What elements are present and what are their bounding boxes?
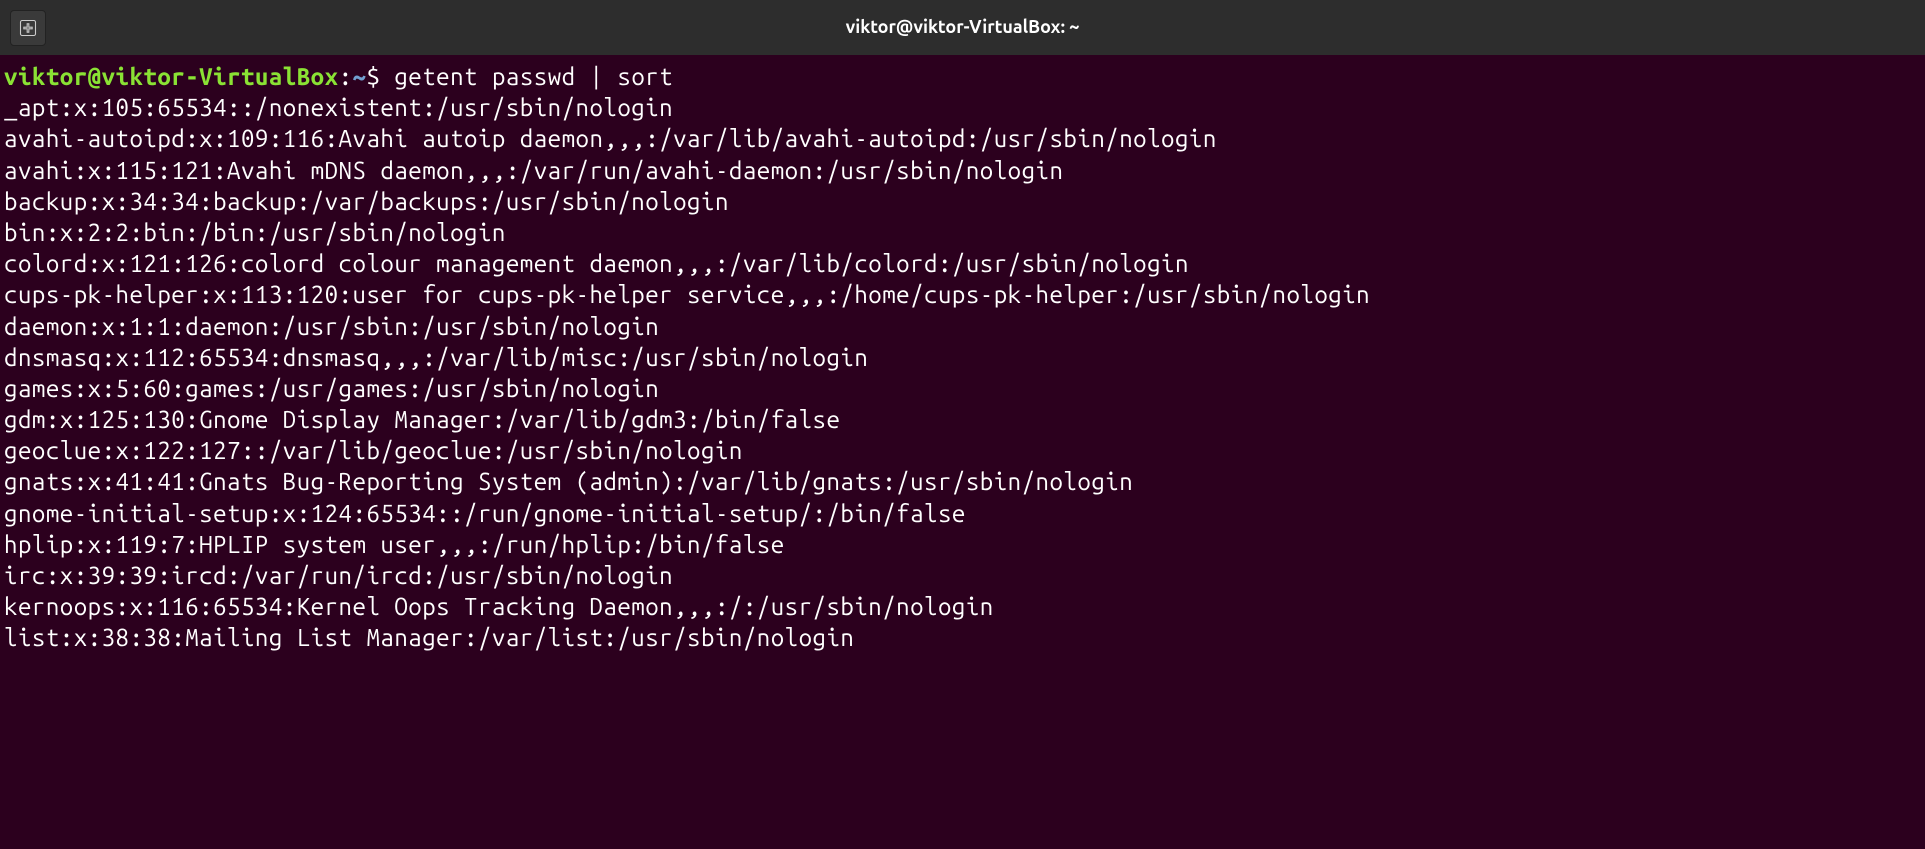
- window-title: viktor@viktor-VirtualBox: ~: [0, 16, 1925, 39]
- prompt-line: viktor@viktor-VirtualBox:~$ getent passw…: [4, 61, 1921, 92]
- output-line: cups-pk-helper:x:113:120:user for cups-p…: [4, 279, 1921, 310]
- output-line: gnome-initial-setup:x:124:65534::/run/gn…: [4, 498, 1921, 529]
- output-line: avahi:x:115:121:Avahi mDNS daemon,,,:/va…: [4, 155, 1921, 186]
- command-text: getent passwd | sort: [394, 63, 673, 90]
- new-tab-icon: [18, 18, 38, 38]
- output-line: irc:x:39:39:ircd:/var/run/ircd:/usr/sbin…: [4, 560, 1921, 591]
- output-line: geoclue:x:122:127::/var/lib/geoclue:/usr…: [4, 435, 1921, 466]
- prompt-colon: :: [339, 63, 353, 90]
- output-line: backup:x:34:34:backup:/var/backups:/usr/…: [4, 186, 1921, 217]
- output-line: gdm:x:125:130:Gnome Display Manager:/var…: [4, 404, 1921, 435]
- output-line: daemon:x:1:1:daemon:/usr/sbin:/usr/sbin/…: [4, 311, 1921, 342]
- terminal-area[interactable]: viktor@viktor-VirtualBox:~$ getent passw…: [0, 55, 1925, 660]
- output-line: games:x:5:60:games:/usr/games:/usr/sbin/…: [4, 373, 1921, 404]
- output-line: list:x:38:38:Mailing List Manager:/var/l…: [4, 622, 1921, 653]
- output-line: gnats:x:41:41:Gnats Bug-Reporting System…: [4, 466, 1921, 497]
- output-line: _apt:x:105:65534::/nonexistent:/usr/sbin…: [4, 92, 1921, 123]
- new-tab-button[interactable]: [10, 10, 46, 46]
- prompt-dollar: $: [366, 63, 394, 90]
- output-line: colord:x:121:126:colord colour managemen…: [4, 248, 1921, 279]
- prompt-user-host: viktor@viktor-VirtualBox: [4, 63, 339, 90]
- output-line: bin:x:2:2:bin:/bin:/usr/sbin/nologin: [4, 217, 1921, 248]
- titlebar: viktor@viktor-VirtualBox: ~: [0, 0, 1925, 55]
- output-line: hplip:x:119:7:HPLIP system user,,,:/run/…: [4, 529, 1921, 560]
- prompt-path: ~: [353, 63, 367, 90]
- output-container: _apt:x:105:65534::/nonexistent:/usr/sbin…: [4, 92, 1921, 653]
- output-line: kernoops:x:116:65534:Kernel Oops Trackin…: [4, 591, 1921, 622]
- output-line: dnsmasq:x:112:65534:dnsmasq,,,:/var/lib/…: [4, 342, 1921, 373]
- output-line: avahi-autoipd:x:109:116:Avahi autoip dae…: [4, 123, 1921, 154]
